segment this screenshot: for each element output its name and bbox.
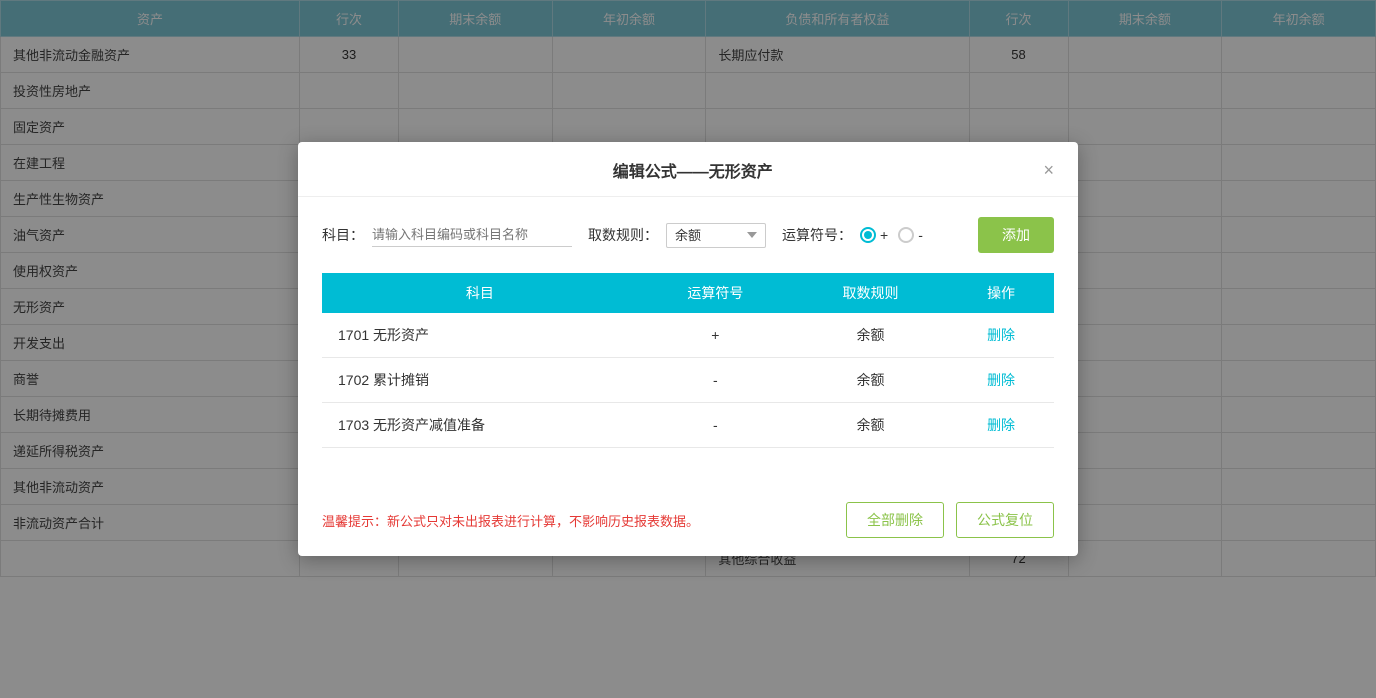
subject-input[interactable]: [372, 223, 572, 247]
operator-radio-group: + -: [860, 227, 923, 243]
plus-label: +: [880, 227, 888, 243]
subject-cell: 1702 累计摊销: [322, 358, 638, 403]
minus-label: -: [918, 227, 923, 243]
operator-cell: -: [638, 403, 793, 448]
footer-tip-text: 温馨提示：新公式只对未出报表进行计算，不影响历史报表数据。: [322, 514, 699, 529]
close-button[interactable]: ×: [1043, 161, 1054, 179]
operator-minus-radio[interactable]: -: [898, 227, 923, 243]
footer-buttons: 全部删除 公式复位: [846, 502, 1054, 538]
subject-cell: 1703 无形资产减值准备: [322, 403, 638, 448]
delete-link[interactable]: 删除: [987, 417, 1015, 433]
th-operator: 运算符号: [638, 273, 793, 313]
subject-cell: 1701 无形资产: [322, 313, 638, 358]
rule-label: 取数规则：: [588, 225, 658, 245]
background-table-wrap: 资产 行次 期末余额 年初余额 负债和所有者权益 行次 期末余额 年初余额 其他…: [0, 0, 1376, 698]
reset-formula-button[interactable]: 公式复位: [956, 502, 1054, 538]
operator-plus-radio[interactable]: +: [860, 227, 888, 243]
th-action: 操作: [948, 273, 1054, 313]
modal-title: 编辑公式——无形资产: [342, 158, 1043, 182]
formula-row: 1703 无形资产减值准备-余额 删除: [322, 403, 1054, 448]
radio-circle-plus: [860, 227, 876, 243]
rule-select[interactable]: 余额 借方 贷方 借方发生额 贷方发生额: [666, 223, 766, 248]
operator-cell: -: [638, 358, 793, 403]
rule-cell: 余额: [793, 403, 948, 448]
operator-cell: +: [638, 313, 793, 358]
rule-select-wrap: 余额 借方 贷方 借方发生额 贷方发生额: [666, 223, 766, 248]
formula-row: 1702 累计摊销-余额 删除: [322, 358, 1054, 403]
th-subject: 科目: [322, 273, 638, 313]
action-cell: 删除: [948, 358, 1054, 403]
formula-table: 科目 运算符号 取数规则 操作 1701 无形资产+余额删除1702 累计摊销-…: [322, 273, 1054, 448]
delete-link[interactable]: 删除: [987, 372, 1015, 388]
modal-header: 编辑公式——无形资产 ×: [298, 142, 1078, 197]
footer-tip: 温馨提示：新公式只对未出报表进行计算，不影响历史报表数据。: [322, 511, 699, 530]
rule-cell: 余额: [793, 313, 948, 358]
operator-label: 运算符号：: [782, 225, 852, 245]
rule-cell: 余额: [793, 358, 948, 403]
modal-overlay: 编辑公式——无形资产 × 科目： 取数规则： 余额: [0, 0, 1376, 698]
delete-link[interactable]: 删除: [987, 327, 1015, 343]
table-header-row: 科目 运算符号 取数规则 操作: [322, 273, 1054, 313]
subject-group: 科目：: [322, 223, 572, 247]
modal-body: 科目： 取数规则： 余额 借方 贷方 借方发生额 贷方发生额: [298, 197, 1078, 488]
action-cell: 删除: [948, 313, 1054, 358]
edit-formula-modal: 编辑公式——无形资产 × 科目： 取数规则： 余额: [298, 142, 1078, 556]
operator-group: 运算符号： + -: [782, 225, 923, 245]
rule-group: 取数规则： 余额 借方 贷方 借方发生额 贷方发生额: [588, 223, 766, 248]
delete-all-button[interactable]: 全部删除: [846, 502, 944, 538]
radio-circle-minus: [898, 227, 914, 243]
formula-form-row: 科目： 取数规则： 余额 借方 贷方 借方发生额 贷方发生额: [322, 217, 1054, 253]
subject-label: 科目：: [322, 225, 364, 245]
modal-footer: 温馨提示：新公式只对未出报表进行计算，不影响历史报表数据。 全部删除 公式复位: [298, 488, 1078, 556]
formula-row: 1701 无形资产+余额 删除: [322, 313, 1054, 358]
action-cell: 删除: [948, 403, 1054, 448]
add-button[interactable]: 添加: [978, 217, 1054, 253]
th-rule: 取数规则: [793, 273, 948, 313]
